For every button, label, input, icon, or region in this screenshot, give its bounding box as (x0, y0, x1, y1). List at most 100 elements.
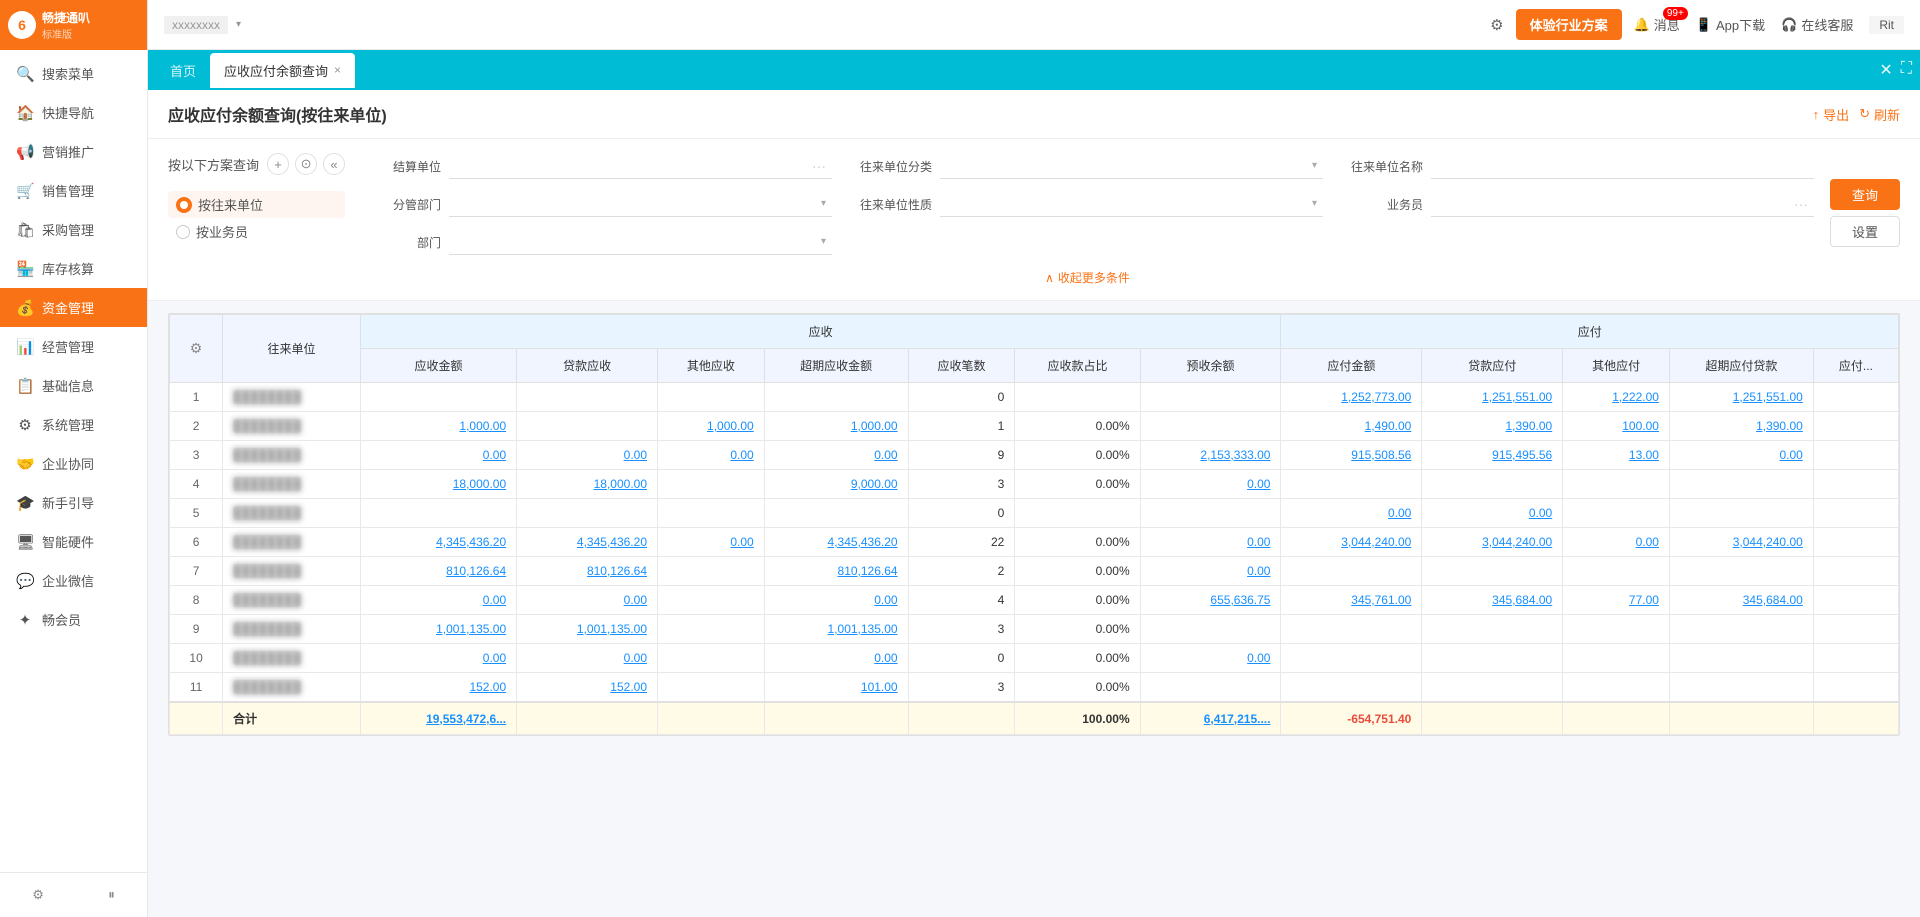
cell-link-overdue_recv[interactable]: 9,000.00 (851, 477, 898, 491)
footer-recv-amount-link[interactable]: 19,553,472,6... (426, 712, 506, 726)
add-scheme-btn[interactable]: + (267, 153, 289, 175)
cell-link-overdue_pay[interactable]: 3,044,240.00 (1733, 535, 1803, 549)
cell-link-prepay_balance[interactable]: 2,153,333.00 (1200, 448, 1270, 462)
cell-link-recv_amount[interactable]: 0.00 (483, 448, 506, 462)
cell-link-recv_amount[interactable]: 152.00 (469, 680, 506, 694)
user-menu[interactable]: Rit (1869, 16, 1904, 34)
cell-link-overdue_pay[interactable]: 1,251,551.00 (1733, 390, 1803, 404)
cell-link-prepay_balance[interactable]: 0.00 (1247, 651, 1270, 665)
sidebar-item-base[interactable]: 📋基础信息 (0, 366, 147, 405)
collapse-filter-btn[interactable]: ∧ 收起更多条件 (361, 263, 1814, 292)
cell-link-other_pay[interactable]: 100.00 (1622, 419, 1659, 433)
partner-category-input[interactable]: ▾ (940, 153, 1323, 179)
cell-link-loan_recv[interactable]: 1,001,135.00 (577, 622, 647, 636)
sidebar-item-guide[interactable]: 🎓新手引导 (0, 483, 147, 522)
cell-link-other_pay[interactable]: 1,222.00 (1612, 390, 1659, 404)
cell-link-loan_recv[interactable]: 0.00 (624, 448, 647, 462)
cell-link-loan_pay[interactable]: 0.00 (1529, 506, 1552, 520)
cell-link-loan_pay[interactable]: 915,495.56 (1492, 448, 1552, 462)
cell-link-overdue_recv[interactable]: 810,126.64 (838, 564, 898, 578)
cell-link-pay_amount[interactable]: 1,490.00 (1365, 419, 1412, 433)
cell-link-recv_amount[interactable]: 4,345,436.20 (436, 535, 506, 549)
tab-home[interactable]: 首页 (156, 53, 210, 88)
settings-btn[interactable]: 设置 (1830, 216, 1900, 247)
tab-arbalance[interactable]: 应收应付余额查询 × (210, 53, 355, 88)
sidebar-item-wechat[interactable]: 💬企业微信 (0, 561, 147, 600)
edit-scheme-btn[interactable]: ⊙ (295, 153, 317, 175)
cell-link-overdue_recv[interactable]: 0.00 (874, 651, 897, 665)
scheme-item-partner[interactable]: 按往来单位 (168, 191, 345, 218)
cell-link-overdue_pay[interactable]: 345,684.00 (1743, 593, 1803, 607)
sidebar-item-finance[interactable]: 💰资金管理 (0, 288, 147, 327)
cell-link-loan_pay[interactable]: 1,390.00 (1505, 419, 1552, 433)
partner-name-input[interactable] (1431, 153, 1814, 179)
cell-link-pay_amount[interactable]: 0.00 (1388, 506, 1411, 520)
salesperson-input[interactable]: ··· (1431, 191, 1814, 217)
cell-link-overdue_recv[interactable]: 0.00 (874, 593, 897, 607)
sidebar-item-marketing[interactable]: 📢营销推广 (0, 132, 147, 171)
sidebar-item-quicknav[interactable]: 🏠快捷导航 (0, 93, 147, 132)
sidebar-item-search[interactable]: 🔍搜索菜单 (0, 54, 147, 93)
settings-icon[interactable]: ⚙ (1490, 16, 1503, 34)
refresh-btn[interactable]: ↻ 刷新 (1859, 105, 1900, 124)
tab-close-icon[interactable]: × (334, 63, 341, 77)
app-download-btn[interactable]: 📱 App下载 (1696, 15, 1765, 34)
cell-link-recv_amount[interactable]: 1,001,135.00 (436, 622, 506, 636)
table-config-icon[interactable]: ⚙ (190, 340, 203, 356)
cell-link-loan_pay[interactable]: 345,684.00 (1492, 593, 1552, 607)
cell-link-loan_pay[interactable]: 1,251,551.00 (1482, 390, 1552, 404)
cell-link-loan_recv[interactable]: 0.00 (624, 593, 647, 607)
cell-link-pay_amount[interactable]: 1,252,773.00 (1341, 390, 1411, 404)
sidebar-item-purchase[interactable]: 🛍采购管理 (0, 210, 147, 249)
sidebar-settings-btn[interactable]: ⚙ (20, 881, 56, 909)
cell-link-recv_amount[interactable]: 810,126.64 (446, 564, 506, 578)
sidebar-item-inventory[interactable]: 🏪库存核算 (0, 249, 147, 288)
cell-link-other_recv[interactable]: 1,000.00 (707, 419, 754, 433)
cell-link-prepay_balance[interactable]: 0.00 (1247, 535, 1270, 549)
sidebar-item-management[interactable]: 📊经营管理 (0, 327, 147, 366)
cell-link-other_recv[interactable]: 0.00 (730, 535, 753, 549)
cell-link-overdue_recv[interactable]: 101.00 (861, 680, 898, 694)
cell-link-overdue_recv[interactable]: 4,345,436.20 (828, 535, 898, 549)
cell-link-recv_amount[interactable]: 1,000.00 (459, 419, 506, 433)
department-input[interactable]: ▾ (449, 229, 832, 255)
close-window-icon[interactable]: ✕ (1879, 60, 1892, 80)
cell-link-prepay_balance[interactable]: 0.00 (1247, 477, 1270, 491)
sidebar-collapse-btn[interactable]: ⏸ (96, 881, 127, 909)
cell-link-prepay_balance[interactable]: 0.00 (1247, 564, 1270, 578)
cell-link-overdue_recv[interactable]: 1,000.00 (851, 419, 898, 433)
sidebar-item-vip[interactable]: ✦畅会员 (0, 600, 147, 639)
cell-link-other_pay[interactable]: 77.00 (1629, 593, 1659, 607)
cell-link-prepay_balance[interactable]: 655,636.75 (1210, 593, 1270, 607)
footer-prepay-link[interactable]: 6,417,215.... (1204, 712, 1271, 726)
cell-link-pay_amount[interactable]: 345,761.00 (1351, 593, 1411, 607)
cell-link-other_pay[interactable]: 0.00 (1636, 535, 1659, 549)
cell-link-loan_recv[interactable]: 18,000.00 (594, 477, 647, 491)
sidebar-item-hardware[interactable]: 🖥智能硬件 (0, 522, 147, 561)
cell-link-loan_recv[interactable]: 152.00 (610, 680, 647, 694)
cell-link-loan_recv[interactable]: 0.00 (624, 651, 647, 665)
cell-link-overdue_pay[interactable]: 1,390.00 (1756, 419, 1803, 433)
dept-manager-input[interactable]: ▾ (449, 191, 832, 217)
message-btn[interactable]: 🔔 消息 99+ (1634, 15, 1680, 34)
cell-link-overdue_recv[interactable]: 1,001,135.00 (828, 622, 898, 636)
cell-link-recv_amount[interactable]: 0.00 (483, 593, 506, 607)
sidebar-item-system[interactable]: ⚙系统管理 (0, 405, 147, 444)
cell-link-recv_amount[interactable]: 18,000.00 (453, 477, 506, 491)
scheme-item-salesperson[interactable]: 按业务员 (168, 218, 345, 245)
cell-link-pay_amount[interactable]: 3,044,240.00 (1341, 535, 1411, 549)
cell-link-other_pay[interactable]: 13.00 (1629, 448, 1659, 462)
export-btn[interactable]: ↑ 导出 (1813, 105, 1850, 124)
cell-link-recv_amount[interactable]: 0.00 (483, 651, 506, 665)
cell-link-loan_pay[interactable]: 3,044,240.00 (1482, 535, 1552, 549)
sidebar-item-sales[interactable]: 🛒销售管理 (0, 171, 147, 210)
query-btn[interactable]: 查询 (1830, 179, 1900, 210)
cell-link-overdue_recv[interactable]: 0.00 (874, 448, 897, 462)
service-btn[interactable]: 🎧 在线客服 (1781, 15, 1853, 34)
cell-link-loan_recv[interactable]: 4,345,436.20 (577, 535, 647, 549)
partner-nature-input[interactable]: ▾ (940, 191, 1323, 217)
sidebar-item-corp[interactable]: 🤝企业协同 (0, 444, 147, 483)
settlement-unit-input[interactable]: ··· (449, 153, 832, 179)
cell-link-other_recv[interactable]: 0.00 (730, 448, 753, 462)
fullscreen-icon[interactable]: ⛶ (1901, 60, 1912, 80)
